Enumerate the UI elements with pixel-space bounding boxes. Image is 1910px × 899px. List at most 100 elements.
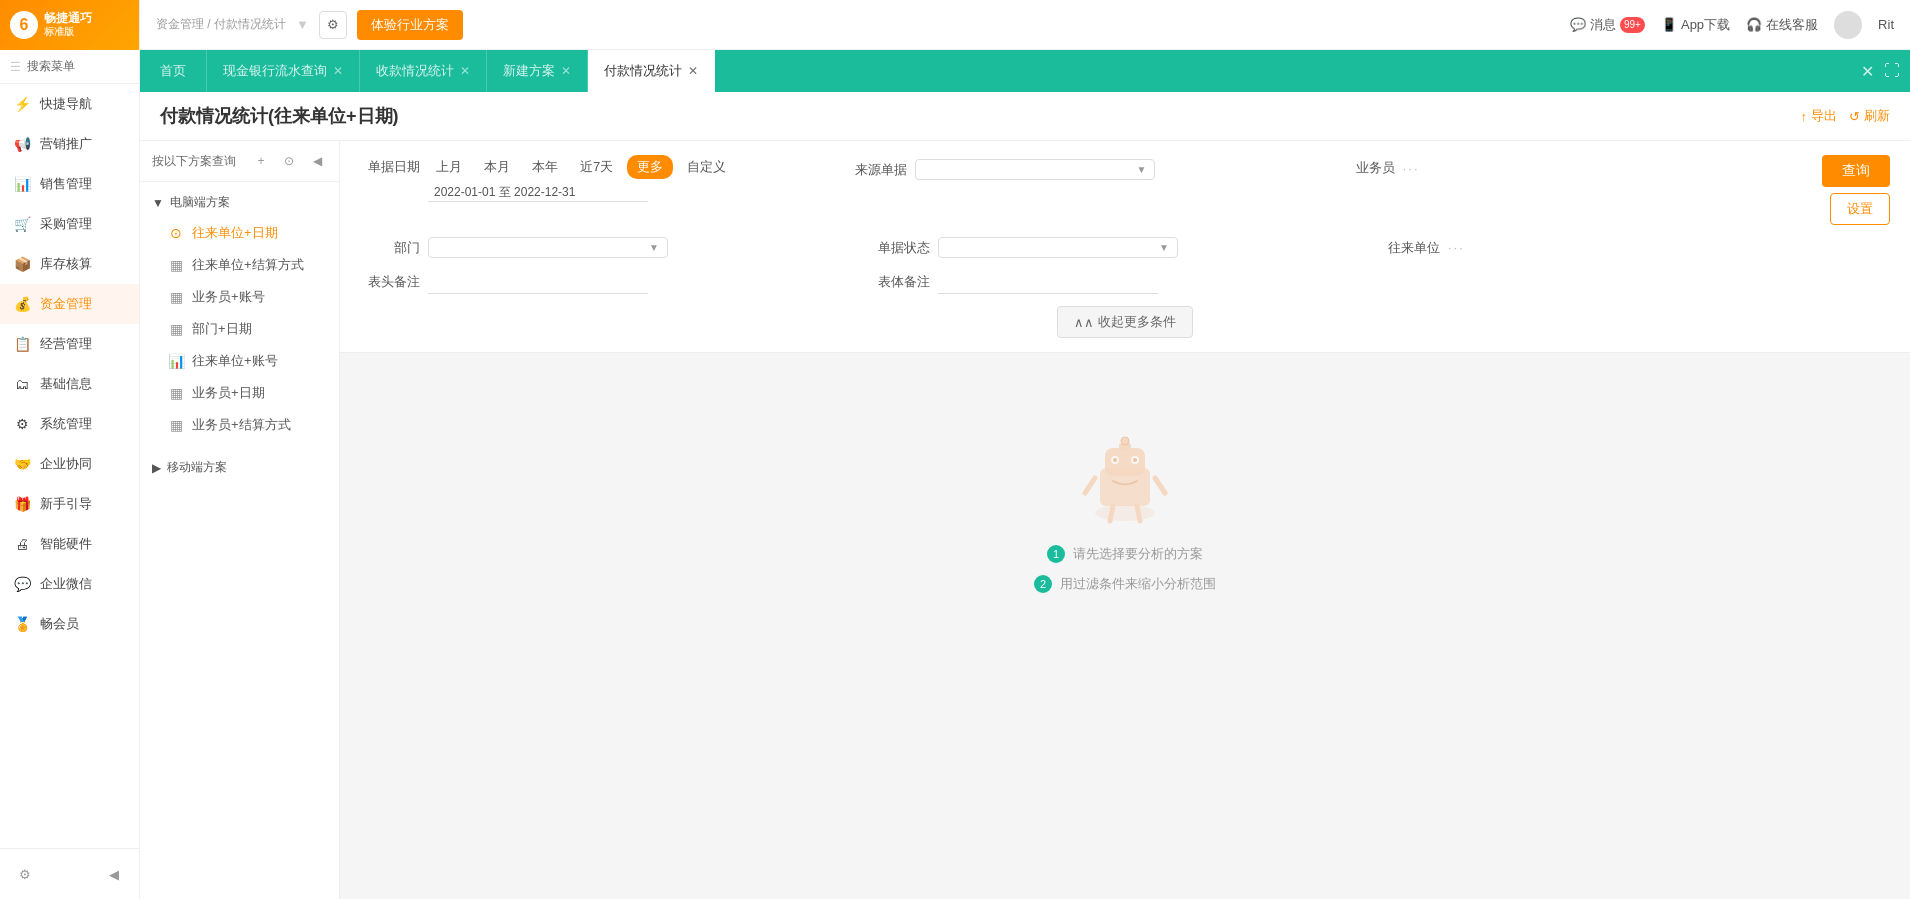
status-select[interactable]: ▼ (938, 237, 1178, 258)
tab-payment-close-icon[interactable]: ✕ (688, 64, 698, 78)
partner-input[interactable]: ··· (1448, 240, 1465, 255)
scheme-collapse-btn[interactable]: ◀ (307, 151, 327, 171)
scheme-item-yewuyuan-jiesuan-label: 业务员+结算方式 (192, 416, 291, 434)
sidebar-item-caigou[interactable]: 🛒 采购管理 (0, 204, 139, 244)
svg-line-10 (1155, 478, 1165, 493)
sidebar-item-changhui[interactable]: 🏅 畅会员 (0, 604, 139, 644)
tab-new-scheme-close-icon[interactable]: ✕ (561, 64, 571, 78)
svg-line-9 (1085, 478, 1095, 493)
sidebar-item-kuaijie-label: 快捷导航 (40, 95, 92, 113)
tip-num-1: 1 (1047, 545, 1065, 563)
date-custom[interactable]: 自定义 (679, 155, 734, 179)
query-btn[interactable]: 查询 (1822, 155, 1890, 187)
topbar: 资金管理 / 付款情况统计 ▼ ⚙ 体验行业方案 💬 消息 99+ 📱 App下… (140, 0, 1910, 50)
tab-bank-close-icon[interactable]: ✕ (333, 64, 343, 78)
svg-point-5 (1113, 458, 1117, 462)
scheme-item-bumen-riqi-label: 部门+日期 (192, 320, 252, 338)
salesman-input[interactable]: ··· (1403, 161, 1420, 176)
date-range-input[interactable] (428, 183, 648, 202)
sidebar-item-caigou-label: 采购管理 (40, 215, 92, 233)
tab-bank[interactable]: 现金银行流水查询 ✕ (207, 50, 360, 92)
tab-expand-icon[interactable]: ⛶ (1884, 62, 1900, 80)
sidebar-item-jingying[interactable]: 📋 经营管理 (0, 324, 139, 364)
export-btn[interactable]: ↑ 导出 (1801, 107, 1838, 125)
mobile-group-label: 移动端方案 (167, 459, 227, 476)
sidebar-item-xitong[interactable]: ⚙ 系统管理 (0, 404, 139, 444)
refresh-label: 刷新 (1864, 107, 1890, 125)
collapse-up-icon: ∧∧ (1074, 315, 1094, 330)
online-service-label: 在线客服 (1766, 16, 1818, 34)
scheme-item-danwei-jiesuan[interactable]: ▦ 往来单位+结算方式 (140, 249, 339, 281)
scheme-item-yewuyuan-riqi[interactable]: ▦ 业务员+日期 (140, 377, 339, 409)
changhui-icon: 🏅 (12, 614, 32, 634)
scheme-chart-icon: 📊 (168, 353, 184, 369)
search-menu[interactable]: ☰ 搜索菜单 (0, 50, 139, 84)
trial-btn[interactable]: 体验行业方案 (357, 10, 463, 40)
sidebar-item-kucun[interactable]: 📦 库存核算 (0, 244, 139, 284)
scheme-grid-icon-3: ▦ (168, 321, 184, 337)
logo-subtitle: 标准版 (44, 25, 92, 39)
filter-settings-btn[interactable]: 设置 (1830, 193, 1890, 225)
scheme-item-yewuyuan-zhanghu[interactable]: ▦ 业务员+账号 (140, 281, 339, 313)
scheme-settings-btn[interactable]: ⊙ (279, 151, 299, 171)
sidebar-item-yingxiao-label: 营销推广 (40, 135, 92, 153)
avatar[interactable] (1834, 11, 1862, 39)
topbar-settings-btn[interactable]: ⚙ (319, 11, 347, 39)
tab-home[interactable]: 首页 (140, 50, 207, 92)
sidebar-item-jichu-label: 基础信息 (40, 375, 92, 393)
sidebar-item-kuaijie[interactable]: ⚡ 快捷导航 (0, 84, 139, 124)
sidebar-item-yingxiao[interactable]: 📢 营销推广 (0, 124, 139, 164)
sidebar-collapse-btn[interactable]: ◀ (99, 859, 129, 889)
date-this-year[interactable]: 本年 (524, 155, 566, 179)
refresh-btn[interactable]: ↺ 刷新 (1849, 107, 1890, 125)
dept-select[interactable]: ▼ (428, 237, 668, 258)
sidebar-item-weixin[interactable]: 💬 企业微信 (0, 564, 139, 604)
kucun-icon: 📦 (12, 254, 32, 274)
content-body: 按以下方案查询 + ⊙ ◀ ▼ 电脑端方案 (140, 141, 1910, 899)
online-service-btn[interactable]: 🎧 在线客服 (1746, 16, 1818, 34)
source-arrow-icon: ▼ (1136, 164, 1146, 175)
date-last-7[interactable]: 近7天 (572, 155, 621, 179)
scheme-add-btn[interactable]: + (251, 151, 271, 171)
desktop-group-header[interactable]: ▼ 电脑端方案 (140, 188, 339, 217)
scheme-item-bumen-riqi[interactable]: ▦ 部门+日期 (140, 313, 339, 345)
date-this-month[interactable]: 本月 (476, 155, 518, 179)
sidebar-item-zhineng[interactable]: 🖨 智能硬件 (0, 524, 139, 564)
header-note-input[interactable] (428, 270, 648, 294)
settings-small-icon: ⊙ (284, 154, 294, 168)
mobile-group-header[interactable]: ▶ 移动端方案 (140, 453, 339, 482)
scheme-item-yewuyuan-jiesuan[interactable]: ▦ 业务员+结算方式 (140, 409, 339, 441)
messages-btn[interactable]: 💬 消息 99+ (1570, 16, 1645, 34)
desktop-scheme-group: ▼ 电脑端方案 ⊙ 往来单位+日期 ▦ 往来单位+结算方式 ▦ 业务员+账号 (140, 182, 339, 447)
tab-income-close-icon[interactable]: ✕ (460, 64, 470, 78)
body-note-input[interactable] (938, 270, 1158, 294)
date-more[interactable]: 更多 (627, 155, 673, 179)
sidebar-item-qiye[interactable]: 🤝 企业协同 (0, 444, 139, 484)
collapse-more-btn[interactable]: ∧∧ 收起更多条件 (1057, 306, 1193, 338)
source-select[interactable]: ▼ (915, 159, 1155, 180)
date-last-month[interactable]: 上月 (428, 155, 470, 179)
app-download-btn[interactable]: 📱 App下载 (1661, 16, 1730, 34)
tab-income[interactable]: 收款情况统计 ✕ (360, 50, 487, 92)
sidebar-item-xinshou[interactable]: 🎁 新手引导 (0, 484, 139, 524)
scheme-item-danwei-zhanghu[interactable]: 📊 往来单位+账号 (140, 345, 339, 377)
dept-label: 部门 (360, 239, 420, 257)
sidebar-item-changhui-label: 畅会员 (40, 615, 79, 633)
sidebar-settings-btn[interactable]: ⚙ (10, 859, 40, 889)
tab-new-scheme[interactable]: 新建方案 ✕ (487, 50, 588, 92)
tab-payment-label: 付款情况统计 (604, 62, 682, 80)
sidebar-item-zijin[interactable]: 💰 资金管理 (0, 284, 139, 324)
jichu-icon: 🗂 (12, 374, 32, 394)
scheme-grid-icon-1: ▦ (168, 257, 184, 273)
tabbar: 首页 现金银行流水查询 ✕ 收款情况统计 ✕ 新建方案 ✕ 付款情况统计 ✕ ✕… (140, 50, 1910, 92)
desktop-group-label: 电脑端方案 (170, 194, 230, 211)
tab-payment[interactable]: 付款情况统计 ✕ (588, 50, 715, 92)
page-header: 付款情况统计(往来单位+日期) ↑ 导出 ↺ 刷新 (140, 92, 1910, 141)
sidebar-item-jichu[interactable]: 🗂 基础信息 (0, 364, 139, 404)
tab-close-all-icon[interactable]: ✕ (1861, 62, 1874, 81)
scheme-item-danwei-riqi[interactable]: ⊙ 往来单位+日期 (140, 217, 339, 249)
header-note-label: 表头备注 (360, 273, 420, 291)
sidebar-item-xiaoshou-label: 销售管理 (40, 175, 92, 193)
sidebar-item-xiaoshou[interactable]: 📊 销售管理 (0, 164, 139, 204)
scheme-grid-icon-4: ▦ (168, 385, 184, 401)
